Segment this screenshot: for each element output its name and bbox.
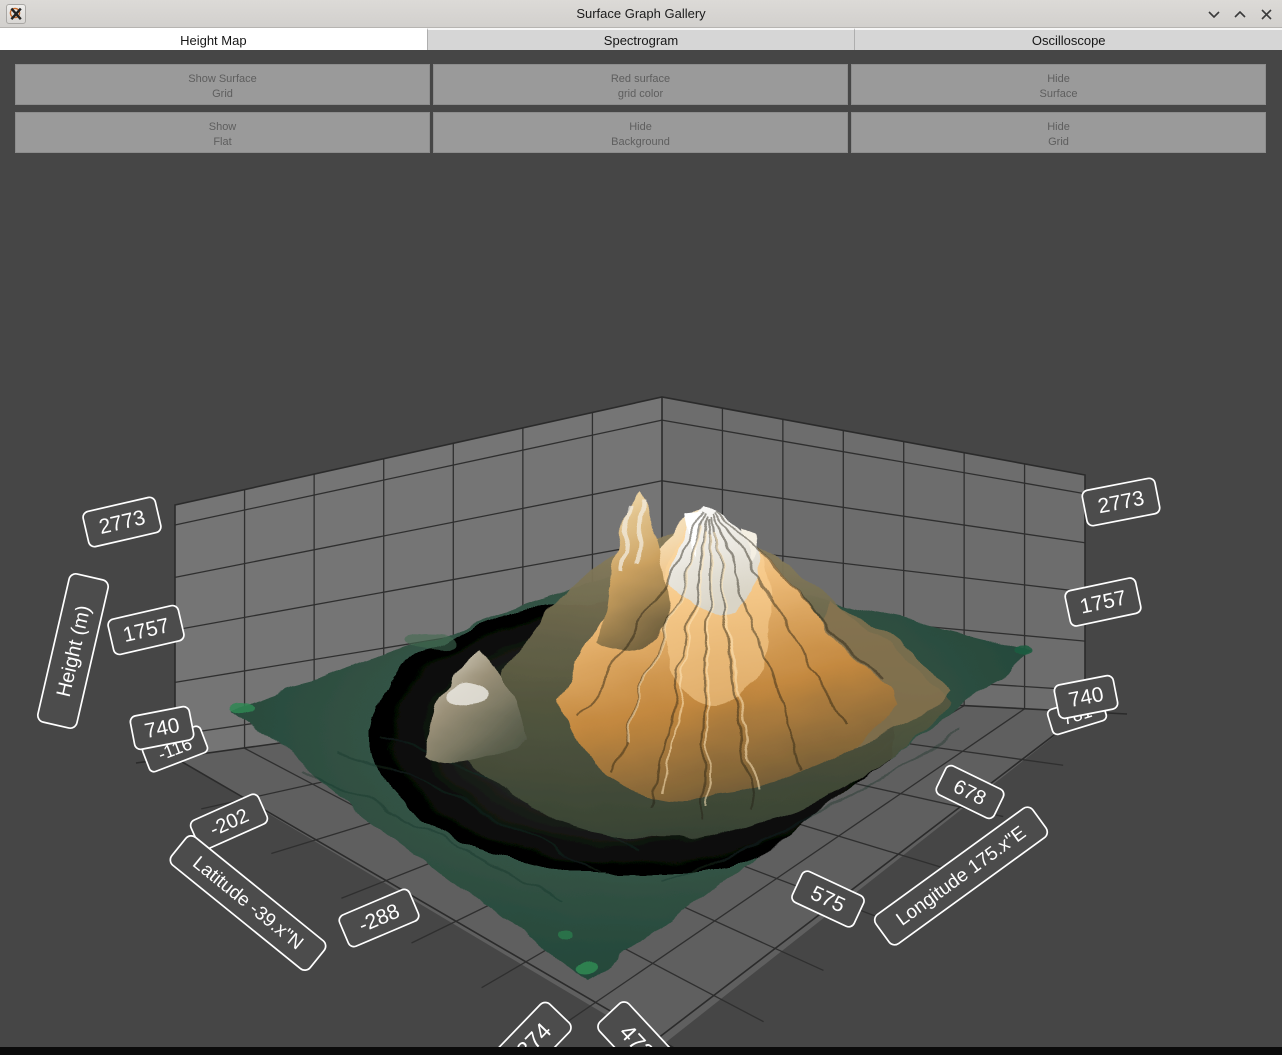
button-label-line1: Show [16,120,429,135]
minimize-button[interactable] [1206,6,1222,22]
show-flat-button[interactable]: Show Flat [15,112,430,153]
button-label-line1: Hide [852,72,1265,87]
tab-height-map[interactable]: Height Map [0,28,427,50]
button-label-line1: Hide [852,120,1265,135]
close-button[interactable] [1258,6,1274,22]
window-title: Surface Graph Gallery [0,6,1282,21]
button-label-line2: Background [434,135,847,150]
hide-background-button[interactable]: Hide Background [433,112,848,153]
title-bar: Surface Graph Gallery [0,0,1282,28]
close-icon [1261,9,1272,20]
tab-spectrogram[interactable]: Spectrogram [427,28,855,50]
surface-plot-canvas[interactable]: -116 781 2773 1757 740 Height (m) 2773 [0,0,1282,1055]
maximize-button[interactable] [1232,6,1248,22]
hide-surface-button[interactable]: Hide Surface [851,64,1266,105]
button-label-line2: Flat [16,135,429,150]
button-label-line1: Hide [434,120,847,135]
tab-oscilloscope[interactable]: Oscilloscope [854,28,1282,50]
show-surface-grid-button[interactable]: Show Surface Grid [15,64,430,105]
button-label-line1: Red surface [434,72,847,87]
chevron-up-icon [1234,11,1246,18]
button-label-line2: Grid [852,135,1265,150]
chevron-down-icon [1208,11,1220,18]
button-label-line2: Grid [16,87,429,102]
button-label-line2: grid color [434,87,847,102]
hide-grid-button[interactable]: Hide Grid [851,112,1266,153]
red-surface-grid-color-button[interactable]: Red surface grid color [433,64,848,105]
bottom-edge-bar [0,1047,1282,1055]
button-label-line1: Show Surface [16,72,429,87]
toolbar: Show Surface Grid Red surface grid color… [0,64,1282,153]
button-label-line2: Surface [852,87,1265,102]
tab-bar: Height Map Spectrogram Oscilloscope [0,28,1282,50]
